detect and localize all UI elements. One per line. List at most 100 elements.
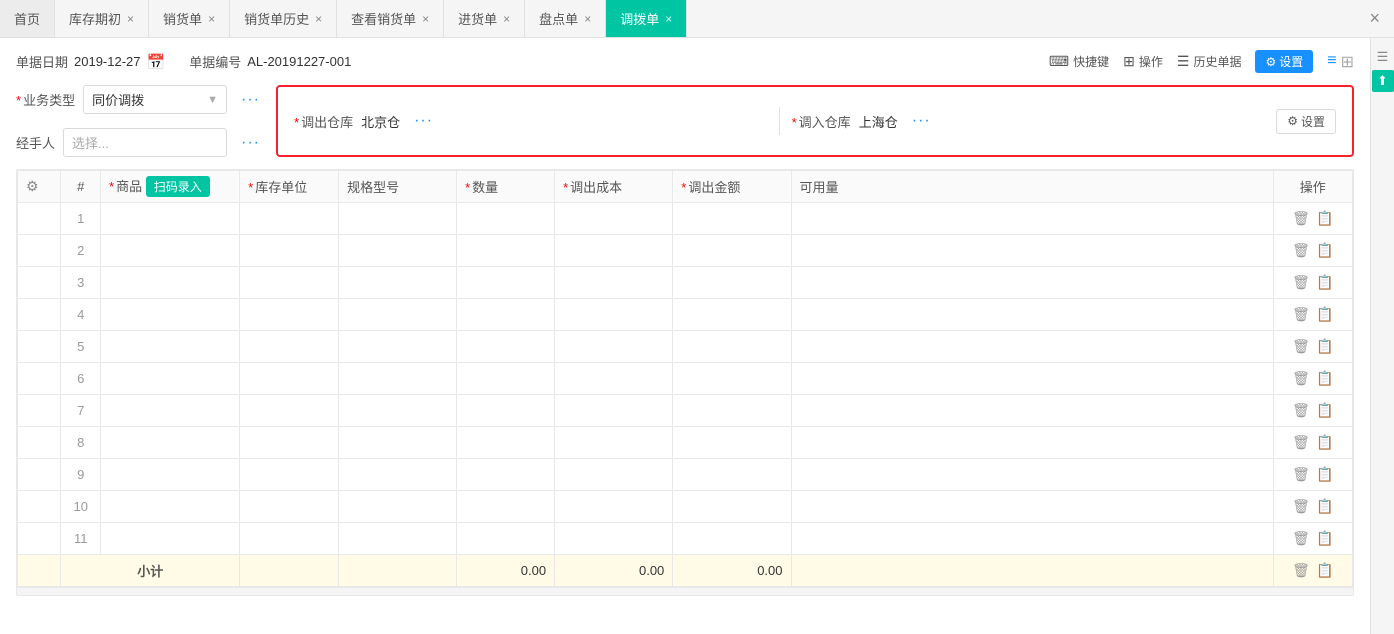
row-qty-cell[interactable] xyxy=(457,299,555,331)
history-btn[interactable]: ☰ 历史单据 xyxy=(1177,53,1242,70)
row-product-cell[interactable] xyxy=(101,267,240,299)
summary-copy-icon[interactable]: 📋 xyxy=(1316,562,1333,578)
row-product-cell[interactable] xyxy=(101,395,240,427)
delete-icon[interactable]: 🗑 xyxy=(1292,402,1310,418)
handler-more-icon[interactable]: ··· xyxy=(241,134,260,152)
row-qty-cell[interactable] xyxy=(457,235,555,267)
sidebar-list-icon[interactable]: ☰ xyxy=(1372,46,1394,68)
sidebar-export-icon[interactable]: ⬆ xyxy=(1372,70,1394,92)
row-qty-cell[interactable] xyxy=(457,395,555,427)
row-cost-cell[interactable] xyxy=(555,427,673,459)
row-cost-cell[interactable] xyxy=(555,235,673,267)
row-cost-cell[interactable] xyxy=(555,491,673,523)
tab-purchase[interactable]: 进货单 × xyxy=(444,0,525,37)
summary-delete-icon[interactable]: 🗑 xyxy=(1292,562,1310,578)
tab-home[interactable]: 首页 xyxy=(0,0,55,37)
delete-icon[interactable]: 🗑 xyxy=(1292,466,1310,482)
row-product-cell[interactable] xyxy=(101,363,240,395)
settings-toolbar-btn[interactable]: ⚙ 设置 xyxy=(1255,50,1313,73)
row-spec-cell[interactable] xyxy=(339,459,457,491)
delete-icon[interactable]: 🗑 xyxy=(1292,498,1310,514)
copy-icon[interactable]: 📋 xyxy=(1316,402,1333,418)
row-qty-cell[interactable] xyxy=(457,491,555,523)
delete-icon[interactable]: 🗑 xyxy=(1292,306,1310,322)
copy-icon[interactable]: 📋 xyxy=(1316,466,1333,482)
row-amount-cell[interactable] xyxy=(673,267,791,299)
copy-icon[interactable]: 📋 xyxy=(1316,530,1333,546)
row-product-cell[interactable] xyxy=(101,235,240,267)
row-cost-cell[interactable] xyxy=(555,267,673,299)
row-qty-cell[interactable] xyxy=(457,363,555,395)
row-qty-cell[interactable] xyxy=(457,459,555,491)
warehouse-settings-btn[interactable]: ⚙ 设置 xyxy=(1276,109,1336,134)
row-cost-cell[interactable] xyxy=(555,459,673,491)
row-amount-cell[interactable] xyxy=(673,331,791,363)
row-amount-cell[interactable] xyxy=(673,491,791,523)
row-qty-cell[interactable] xyxy=(457,523,555,555)
row-cost-cell[interactable] xyxy=(555,203,673,235)
row-spec-cell[interactable] xyxy=(339,363,457,395)
warehouse-in-more-icon[interactable]: ··· xyxy=(912,112,931,130)
row-cost-cell[interactable] xyxy=(555,395,673,427)
operations-btn[interactable]: ⊞ 操作 xyxy=(1123,53,1163,70)
row-spec-cell[interactable] xyxy=(339,427,457,459)
business-type-select[interactable]: 同价调拨 ▼ xyxy=(83,85,227,114)
copy-icon[interactable]: 📋 xyxy=(1316,242,1333,258)
row-spec-cell[interactable] xyxy=(339,331,457,363)
row-unit-cell[interactable] xyxy=(240,523,339,555)
row-spec-cell[interactable] xyxy=(339,267,457,299)
copy-icon[interactable]: 📋 xyxy=(1316,434,1333,450)
delete-icon[interactable]: 🗑 xyxy=(1292,242,1310,258)
row-product-cell[interactable] xyxy=(101,523,240,555)
warehouse-out-more-icon[interactable]: ··· xyxy=(414,112,433,130)
row-unit-cell[interactable] xyxy=(240,395,339,427)
list-view-icon[interactable]: ≡ xyxy=(1327,52,1336,72)
tab-sales-history[interactable]: 销货单历史 × xyxy=(230,0,337,37)
row-unit-cell[interactable] xyxy=(240,491,339,523)
row-unit-cell[interactable] xyxy=(240,267,339,299)
handler-select[interactable]: 选择... xyxy=(63,128,227,157)
row-product-cell[interactable] xyxy=(101,459,240,491)
copy-icon[interactable]: 📋 xyxy=(1316,370,1333,386)
row-product-cell[interactable] xyxy=(101,491,240,523)
tab-stocktake[interactable]: 盘点单 × xyxy=(525,0,606,37)
table-gear-icon[interactable]: ⚙ xyxy=(26,178,39,194)
tab-transfer-close[interactable]: × xyxy=(665,12,672,26)
row-cost-cell[interactable] xyxy=(555,331,673,363)
row-amount-cell[interactable] xyxy=(673,363,791,395)
tab-inventory-init-close[interactable]: × xyxy=(127,12,134,26)
copy-icon[interactable]: 📋 xyxy=(1316,210,1333,226)
row-amount-cell[interactable] xyxy=(673,299,791,331)
row-spec-cell[interactable] xyxy=(339,203,457,235)
row-product-cell[interactable] xyxy=(101,331,240,363)
row-unit-cell[interactable] xyxy=(240,203,339,235)
row-qty-cell[interactable] xyxy=(457,203,555,235)
scroll-hint[interactable] xyxy=(17,587,1353,595)
delete-icon[interactable]: 🗑 xyxy=(1292,274,1310,290)
tab-sales-order[interactable]: 销货单 × xyxy=(149,0,230,37)
copy-icon[interactable]: 📋 xyxy=(1316,338,1333,354)
delete-icon[interactable]: 🗑 xyxy=(1292,210,1310,226)
row-unit-cell[interactable] xyxy=(240,235,339,267)
row-amount-cell[interactable] xyxy=(673,459,791,491)
tab-purchase-close[interactable]: × xyxy=(503,12,510,26)
shortcuts-btn[interactable]: ⌨ 快捷键 xyxy=(1049,53,1109,70)
row-amount-cell[interactable] xyxy=(673,203,791,235)
row-unit-cell[interactable] xyxy=(240,299,339,331)
row-amount-cell[interactable] xyxy=(673,427,791,459)
row-unit-cell[interactable] xyxy=(240,331,339,363)
copy-icon[interactable]: 📋 xyxy=(1316,498,1333,514)
calendar-icon[interactable]: 📅 xyxy=(147,53,166,71)
tab-bar-close-btn[interactable]: × xyxy=(1355,0,1394,37)
delete-icon[interactable]: 🗑 xyxy=(1292,338,1310,354)
row-spec-cell[interactable] xyxy=(339,299,457,331)
row-qty-cell[interactable] xyxy=(457,267,555,299)
scan-btn[interactable]: 扫码录入 xyxy=(146,176,210,197)
row-unit-cell[interactable] xyxy=(240,363,339,395)
row-cost-cell[interactable] xyxy=(555,523,673,555)
copy-icon[interactable]: 📋 xyxy=(1316,306,1333,322)
delete-icon[interactable]: 🗑 xyxy=(1292,530,1310,546)
row-qty-cell[interactable] xyxy=(457,427,555,459)
tab-stocktake-close[interactable]: × xyxy=(584,12,591,26)
tab-view-sales[interactable]: 查看销货单 × xyxy=(337,0,444,37)
